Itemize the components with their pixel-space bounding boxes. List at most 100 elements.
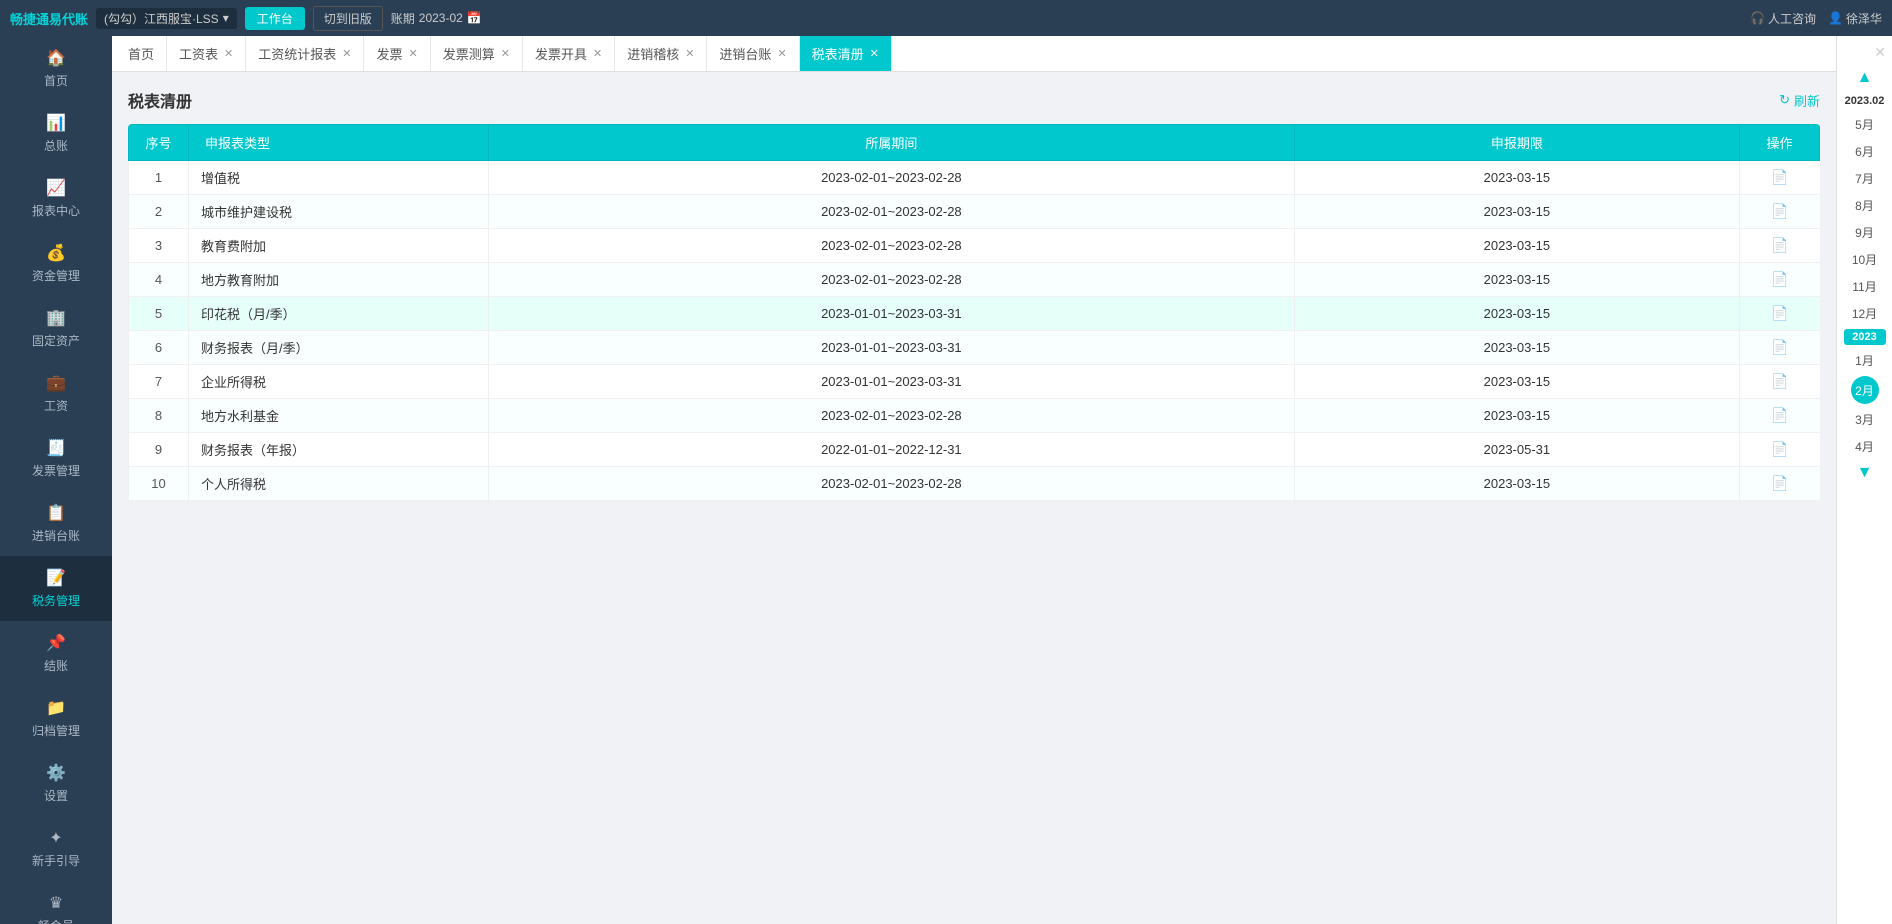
sidebar: 🏠 首页 📊 总账 📈 报表中心 💰 资金管理 🏢 固定资产 💼 工资 🧾 发票… xyxy=(0,36,112,924)
month-item-5[interactable]: 5月 xyxy=(1837,111,1892,138)
cell-seq: 4 xyxy=(129,263,189,297)
tab-salary-report[interactable]: 工资统计报表 ✕ xyxy=(246,36,364,72)
action-icon[interactable]: 📄 xyxy=(1771,271,1788,287)
cell-seq: 1 xyxy=(129,161,189,195)
period-display: 账期 2023-02 📅 xyxy=(391,10,482,27)
settings-icon: ⚙️ xyxy=(46,763,66,783)
tab-purchase-ledger[interactable]: 进销台账 ✕ xyxy=(707,36,799,72)
workbench-button[interactable]: 工作台 xyxy=(245,7,305,30)
tab-tax-list[interactable]: 税表清册 ✕ xyxy=(800,36,892,72)
period-label: 账期 xyxy=(391,10,415,27)
action-icon[interactable]: 📄 xyxy=(1771,169,1788,185)
sidebar-item-salary[interactable]: 💼 工资 xyxy=(0,361,112,426)
cell-deadline: 2023-03-15 xyxy=(1294,297,1739,331)
month-item-8[interactable]: 8月 xyxy=(1837,192,1892,219)
tab-tax-list-label: 税表清册 xyxy=(812,44,864,63)
cell-seq: 9 xyxy=(129,433,189,467)
tab-invoice-calc-close[interactable]: ✕ xyxy=(501,47,510,60)
table-row: 7 企业所得税 2023-01-01~2023-03-31 2023-03-15… xyxy=(129,365,1820,399)
sidebar-item-assets[interactable]: 🏢 固定资产 xyxy=(0,296,112,361)
panel-nav-up[interactable]: ▲ xyxy=(1837,65,1892,91)
cell-type: 地方教育附加 xyxy=(189,263,489,297)
action-icon[interactable]: 📄 xyxy=(1771,441,1788,457)
cell-action: 📄 xyxy=(1740,161,1820,195)
company-selector[interactable]: (勾勾）江西服宝·LSS ▾ xyxy=(96,8,237,29)
month-item-2[interactable]: 2月 xyxy=(1851,376,1879,404)
month-item-7[interactable]: 7月 xyxy=(1837,165,1892,192)
month-item-9[interactable]: 9月 xyxy=(1837,219,1892,246)
switch-old-button[interactable]: 切到旧版 xyxy=(313,6,383,31)
month-item-3[interactable]: 3月 xyxy=(1837,406,1892,433)
cell-type: 财务报表（年报） xyxy=(189,433,489,467)
action-icon[interactable]: 📄 xyxy=(1771,373,1788,389)
sidebar-item-invoice[interactable]: 🧾 发票管理 xyxy=(0,426,112,491)
tab-home[interactable]: 首页 xyxy=(116,36,167,72)
cell-action: 📄 xyxy=(1740,297,1820,331)
cell-type: 企业所得税 xyxy=(189,365,489,399)
sidebar-item-member[interactable]: ♛ 畅会员 xyxy=(0,881,112,924)
tab-invoice-close[interactable]: ✕ xyxy=(409,47,418,60)
panel-nav-down[interactable]: ▼ xyxy=(1837,460,1892,486)
month-item-4[interactable]: 4月 xyxy=(1837,433,1892,460)
assets-icon: 🏢 xyxy=(46,308,66,328)
month-item-1[interactable]: 1月 xyxy=(1837,347,1892,374)
cell-action: 📄 xyxy=(1740,229,1820,263)
tab-invoice-open-close[interactable]: ✕ xyxy=(593,47,602,60)
action-icon[interactable]: 📄 xyxy=(1771,407,1788,423)
tab-purchase-check[interactable]: 进销稽核 ✕ xyxy=(615,36,707,72)
month-item-11[interactable]: 11月 xyxy=(1837,273,1892,300)
period-value: 2023-02 xyxy=(419,11,463,25)
sidebar-item-tax[interactable]: 📝 税务管理 xyxy=(0,556,112,621)
cell-type: 财务报表（月/季） xyxy=(189,331,489,365)
tab-purchase-check-close[interactable]: ✕ xyxy=(685,47,694,60)
refresh-button[interactable]: ↻ 刷新 xyxy=(1779,91,1820,110)
cell-type: 地方水利基金 xyxy=(189,399,489,433)
user-menu[interactable]: 👤 徐泽华 xyxy=(1828,10,1882,27)
sidebar-item-settings[interactable]: ⚙️ 设置 xyxy=(0,751,112,816)
tab-salary-report-label: 工资统计报表 xyxy=(258,44,336,63)
action-icon[interactable]: 📄 xyxy=(1771,203,1788,219)
settle-icon: 📌 xyxy=(46,633,66,653)
sidebar-label-salary: 工资 xyxy=(44,397,68,414)
close-panel-button[interactable]: ✕ xyxy=(1837,40,1892,65)
col-header-type: 申报表类型 xyxy=(189,125,489,161)
calendar-icon[interactable]: 📅 xyxy=(467,11,482,25)
sidebar-item-funds[interactable]: 💰 资金管理 xyxy=(0,231,112,296)
headset-icon: 🎧 xyxy=(1750,11,1765,25)
tab-salary[interactable]: 工资表 ✕ xyxy=(167,36,246,72)
tab-invoice[interactable]: 发票 ✕ xyxy=(364,36,430,72)
tab-purchase-ledger-close[interactable]: ✕ xyxy=(777,47,786,60)
action-icon[interactable]: 📄 xyxy=(1771,237,1788,253)
action-icon[interactable]: 📄 xyxy=(1771,475,1788,491)
year-tag-2023[interactable]: 2023 xyxy=(1844,329,1886,345)
ai-consult-button[interactable]: 🎧 人工咨询 xyxy=(1750,10,1816,27)
tab-tax-list-close[interactable]: ✕ xyxy=(870,47,879,60)
table-row: 2 城市维护建设税 2023-02-01~2023-02-28 2023-03-… xyxy=(129,195,1820,229)
archive-icon: 📁 xyxy=(46,698,66,718)
tab-invoice-open[interactable]: 发票开具 ✕ xyxy=(523,36,615,72)
sidebar-item-archive[interactable]: 📁 归档管理 xyxy=(0,686,112,751)
cell-seq: 6 xyxy=(129,331,189,365)
tab-salary-report-close[interactable]: ✕ xyxy=(342,47,351,60)
tab-invoice-calc[interactable]: 发票测算 ✕ xyxy=(431,36,523,72)
month-item-10[interactable]: 10月 xyxy=(1837,246,1892,273)
cell-period: 2022-01-01~2022-12-31 xyxy=(489,433,1295,467)
month-item-12[interactable]: 12月 xyxy=(1837,300,1892,327)
sidebar-item-ledger[interactable]: 📊 总账 xyxy=(0,101,112,166)
sidebar-item-purchase[interactable]: 📋 进销台账 xyxy=(0,491,112,556)
action-icon[interactable]: 📄 xyxy=(1771,305,1788,321)
sidebar-item-home[interactable]: 🏠 首页 xyxy=(0,36,112,101)
action-icon[interactable]: 📄 xyxy=(1771,339,1788,355)
cell-deadline: 2023-03-15 xyxy=(1294,399,1739,433)
cell-action: 📄 xyxy=(1740,433,1820,467)
sidebar-item-settle[interactable]: 📌 结账 xyxy=(0,621,112,686)
main-layout: 🏠 首页 📊 总账 📈 报表中心 💰 资金管理 🏢 固定资产 💼 工资 🧾 发票… xyxy=(0,36,1892,924)
sidebar-item-reports[interactable]: 📈 报表中心 xyxy=(0,166,112,231)
tab-salary-close[interactable]: ✕ xyxy=(224,47,233,60)
table-row: 6 财务报表（月/季） 2023-01-01~2023-03-31 2023-0… xyxy=(129,331,1820,365)
sidebar-label-guide: 新手引导 xyxy=(32,852,80,869)
month-item-6[interactable]: 6月 xyxy=(1837,138,1892,165)
sidebar-label-settings: 设置 xyxy=(44,787,68,804)
sidebar-item-guide[interactable]: ✦ 新手引导 xyxy=(0,816,112,881)
invoice-icon: 🧾 xyxy=(46,438,66,458)
